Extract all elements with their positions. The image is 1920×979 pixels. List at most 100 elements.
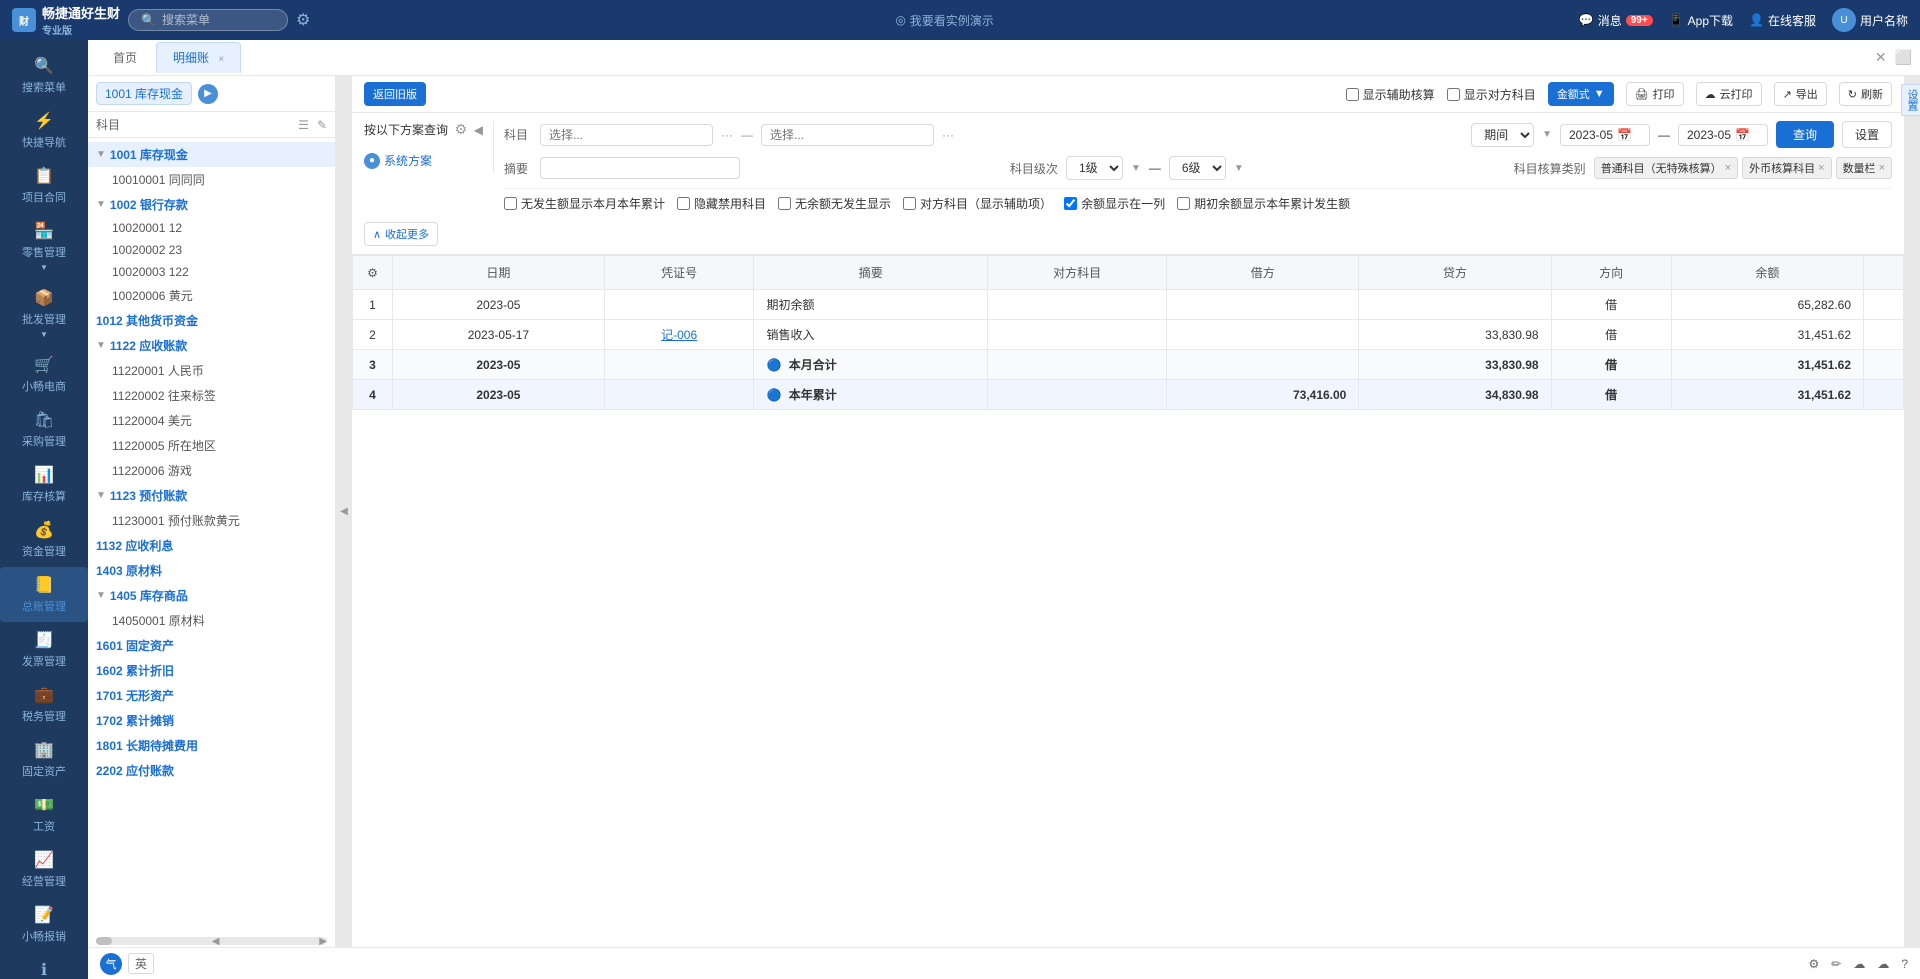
tree-item-1405[interactable]: ▼ 1405 库存商品 (88, 583, 335, 608)
filter-checkbox-1[interactable] (504, 197, 517, 210)
tree-item-11220006[interactable]: 11220006 游戏 (88, 458, 335, 483)
filter-checkbox-3[interactable] (778, 197, 791, 210)
period-type-select[interactable]: 期间 (1471, 123, 1534, 147)
sidebar-item-tax[interactable]: 💼 税务管理 (0, 677, 88, 732)
category-tag-1[interactable]: 普通科目（无特殊核算） × (1594, 157, 1738, 179)
sidebar-item-wholesale[interactable]: 📦 批发管理 ▼ (0, 280, 88, 347)
level-start-select[interactable]: 1级 (1066, 156, 1123, 180)
settings-icon[interactable]: ⚙ (296, 10, 310, 30)
category-tag-2[interactable]: 外币核算科目 × (1742, 157, 1831, 179)
list-icon[interactable]: ☰ (298, 118, 309, 132)
tree-item-1403[interactable]: 1403 原材料 (88, 558, 335, 583)
message-btn[interactable]: 💬 消息 99+ (1579, 12, 1653, 29)
status-cloud2[interactable]: ☁ (1877, 957, 1889, 971)
edit-icon[interactable]: ✎ (317, 118, 327, 132)
contra-check-label[interactable]: 显示对方科目 (1447, 86, 1536, 103)
tree-item-10020002[interactable]: 10020002 23 (88, 239, 335, 261)
kemu-dots[interactable]: ··· (721, 128, 733, 142)
tree-item-10020001[interactable]: 10020001 12 (88, 217, 335, 239)
sidebar-item-salary[interactable]: 💵 工资 (0, 787, 88, 842)
export-btn[interactable]: ↗ 导出 (1774, 82, 1827, 106)
tab-detail[interactable]: 明细账 × (156, 42, 241, 73)
user-area[interactable]: U 用户名称 (1832, 8, 1908, 32)
sidebar-item-invoice[interactable]: 🧾 发票管理 (0, 622, 88, 677)
sidebar-item-ecommerce[interactable]: 🛒 小畅电商 (0, 347, 88, 402)
tree-item-11220005[interactable]: 11220005 所在地区 (88, 433, 335, 458)
sidebar-item-finance[interactable]: 💰 资金管理 (0, 512, 88, 567)
tree-content[interactable]: ▼ 1001 库存现金 10010001 同同同 ▼ 1002 银行存款 100… (88, 138, 335, 935)
tree-scrollbar[interactable]: ◀ ▶ (96, 937, 327, 945)
tree-item-10020003[interactable]: 10020003 122 (88, 261, 335, 283)
display-check-label[interactable]: 显示辅助核算 (1346, 86, 1435, 103)
sidebar-item-ledger[interactable]: 📒 总账管理 (0, 567, 88, 622)
tree-item-1002[interactable]: ▼ 1002 银行存款 (88, 192, 335, 217)
tree-item-1123[interactable]: ▼ 1123 预付账款 (88, 483, 335, 508)
tree-item-1602[interactable]: 1602 累计折旧 (88, 658, 335, 683)
status-settings[interactable]: ⚙ (1808, 957, 1819, 971)
sidebar-item-inventory[interactable]: 📊 库存核算 (0, 457, 88, 512)
lang-btn[interactable]: 英 (128, 953, 154, 974)
voucher-link-2[interactable]: 记-006 (661, 328, 697, 342)
tree-item-10020006[interactable]: 10020006 黄元 (88, 283, 335, 308)
tag-close-icon[interactable]: × (1725, 162, 1731, 174)
collapse-btn[interactable]: ∧ 收起更多 (364, 222, 438, 246)
tab-home[interactable]: 首页 (96, 42, 154, 73)
tree-item-1132[interactable]: 1132 应收利息 (88, 533, 335, 558)
display-aux-checkbox[interactable] (1346, 88, 1359, 101)
filter-checkbox-2[interactable] (677, 197, 690, 210)
tag-close-icon[interactable]: × (1818, 162, 1824, 174)
filter-checkbox-5[interactable] (1064, 197, 1077, 210)
sidebar-item-nav[interactable]: ⚡ 快捷导航 (0, 103, 88, 158)
top-search-bar[interactable]: 🔍 (128, 9, 288, 31)
tree-item-2202[interactable]: 2202 应付账款 (88, 758, 335, 783)
period-start-picker[interactable]: 2023-05 📅 (1560, 124, 1650, 146)
tree-item-1012[interactable]: 1012 其他货币资金 (88, 308, 335, 333)
filter-checkbox-6[interactable] (1177, 197, 1190, 210)
maximize-icon[interactable]: ⬜ (1895, 49, 1912, 66)
category-tag-3[interactable]: 数量栏 × (1836, 157, 1892, 179)
sidebar-item-assets[interactable]: 🏢 固定资产 (0, 732, 88, 787)
print-btn[interactable]: 🖨 打印 (1626, 82, 1684, 106)
kemu-end-input[interactable] (761, 124, 934, 146)
selected-account-tag[interactable]: 1001 库存现金 (96, 82, 192, 105)
tree-expand-btn[interactable]: ▶ (198, 84, 218, 104)
tag-close-icon[interactable]: × (1879, 162, 1885, 174)
filter-1[interactable]: 无发生额显示本月本年累计 (504, 195, 665, 212)
tab-close-btn[interactable]: × (218, 54, 224, 65)
kemu-input[interactable] (540, 124, 713, 146)
contra-checkbox[interactable] (1447, 88, 1460, 101)
level-end-select[interactable]: 6级 (1169, 156, 1226, 180)
app-download-btn[interactable]: 📱 App下载 (1669, 12, 1733, 29)
settings-btn[interactable]: 设置 (1842, 121, 1892, 148)
voucher-2[interactable]: 记-006 (604, 320, 754, 350)
sidebar-item-search[interactable]: 🔍 搜索菜单 (0, 48, 88, 103)
tree-item-11220001[interactable]: 11220001 人民币 (88, 358, 335, 383)
filter-2[interactable]: 隐藏禁用科目 (677, 195, 766, 212)
status-edit[interactable]: ✏ (1831, 957, 1841, 971)
tree-item-1801[interactable]: 1801 长期待摊费用 (88, 733, 335, 758)
cloud-print-btn[interactable]: ☁ 云打印 (1696, 82, 1762, 106)
refresh-btn[interactable]: ↻ 刷新 (1839, 82, 1892, 106)
filter-checkbox-4[interactable] (903, 197, 916, 210)
settings-side-btn[interactable]: 设置 (1901, 84, 1920, 116)
sidebar-item-purchase[interactable]: 🛍 采购管理 (0, 402, 88, 457)
sidebar-item-retail[interactable]: 🏪 零售管理 ▼ (0, 213, 88, 280)
period-end-picker[interactable]: 2023-05 📅 (1678, 124, 1768, 146)
filter-6[interactable]: 期初余额显示本年累计发生额 (1177, 195, 1350, 212)
tree-item-1001[interactable]: ▼ 1001 库存现金 (88, 142, 335, 167)
tree-item-1702[interactable]: 1702 累计摊销 (88, 708, 335, 733)
tree-item-11220002[interactable]: 11220002 往来标签 (88, 383, 335, 408)
tree-item-1601[interactable]: 1601 固定资产 (88, 633, 335, 658)
tree-item-1701[interactable]: 1701 无形资产 (88, 683, 335, 708)
currency-btn[interactable]: 金额式 ▼ (1548, 82, 1614, 106)
sidebar-item-project[interactable]: 📋 项目合同 (0, 158, 88, 213)
close-icon[interactable]: ✕ (1875, 49, 1887, 66)
tree-item-10010001[interactable]: 10010001 同同同 (88, 167, 335, 192)
tree-item-14050001[interactable]: 14050001 原材料 (88, 608, 335, 633)
tree-item-11230001[interactable]: 11230001 预付账款黄元 (88, 508, 335, 533)
summary-input[interactable] (540, 157, 740, 179)
tree-item-11220004[interactable]: 11220004 美元 (88, 408, 335, 433)
collapse-arrow-icon[interactable]: ◀ (474, 123, 483, 137)
status-cloud1[interactable]: ☁ (1853, 957, 1865, 971)
demo-link[interactable]: ◎ 我要看实例演示 (895, 12, 994, 29)
